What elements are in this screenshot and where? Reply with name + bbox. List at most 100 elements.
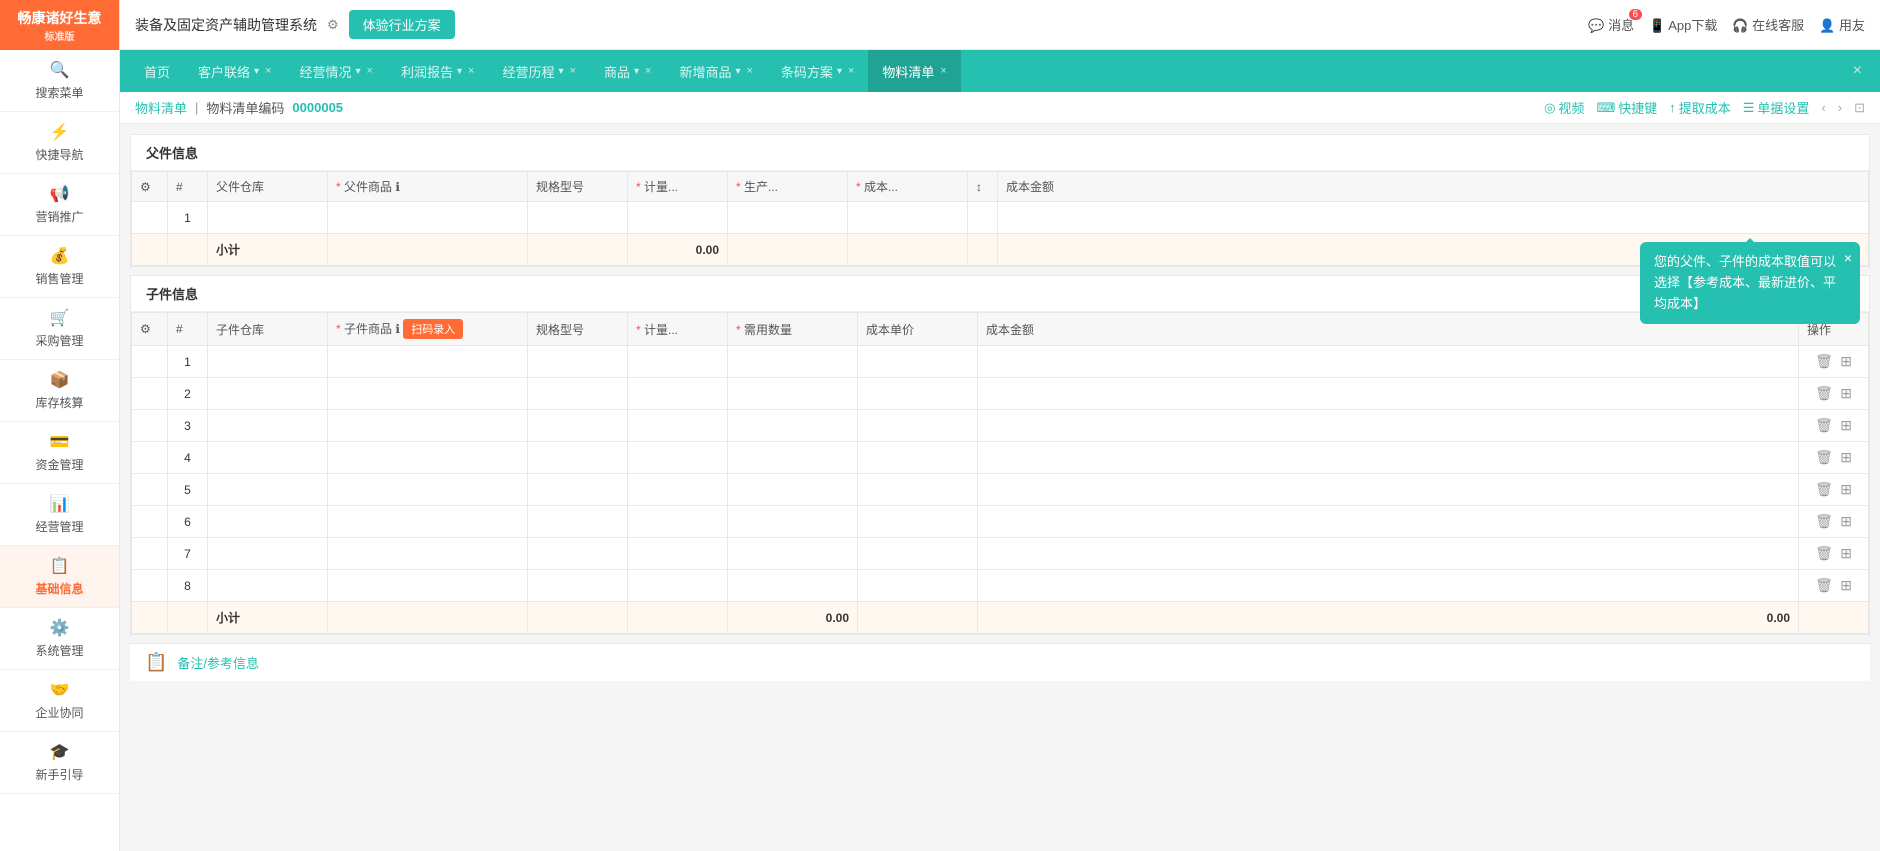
extract-cost-button[interactable]: ↑ 提取成本: [1669, 98, 1731, 117]
child-row-unit-price[interactable]: [858, 538, 978, 570]
child-row-spec[interactable]: [528, 378, 628, 410]
parent-col-settings[interactable]: ⚙: [132, 172, 168, 202]
nav-tab-new_goods[interactable]: 新增商品▾×: [665, 50, 766, 92]
child-row-qty[interactable]: [728, 506, 858, 538]
child-row-qty[interactable]: [728, 442, 858, 474]
scan-input-button[interactable]: 扫码录入: [403, 319, 463, 339]
nav-tab-close-bom[interactable]: ×: [940, 65, 946, 77]
child-row-unit[interactable]: [628, 378, 728, 410]
copy-icon[interactable]: ⊞: [1840, 481, 1852, 497]
nav-tab-close-customer[interactable]: ×: [265, 65, 271, 77]
parent-row-produce[interactable]: [728, 202, 848, 234]
child-row-goods[interactable]: [328, 474, 528, 506]
child-row-warehouse[interactable]: [208, 378, 328, 410]
nav-tab-history[interactable]: 经营历程▾×: [488, 50, 589, 92]
online-service-button[interactable]: 🎧 在线客服: [1732, 15, 1804, 34]
nav-tab-profit[interactable]: 利润报告▾×: [387, 50, 488, 92]
delete-icon[interactable]: 🗑: [1815, 449, 1833, 465]
app-download-button[interactable]: 📱 App下载: [1649, 15, 1717, 34]
nav-close-all-button[interactable]: ×: [1845, 62, 1870, 80]
sidebar-item-operations[interactable]: 📊经营管理: [0, 484, 119, 546]
copy-icon[interactable]: ⊞: [1840, 545, 1852, 561]
nav-tab-close-operations[interactable]: ×: [367, 65, 373, 77]
user-menu[interactable]: 👤 用友: [1819, 15, 1865, 34]
child-row-warehouse[interactable]: [208, 506, 328, 538]
copy-icon[interactable]: ⊞: [1840, 417, 1852, 433]
sidebar-item-basic[interactable]: 📋基础信息: [0, 546, 119, 608]
child-row-unit[interactable]: [628, 570, 728, 602]
child-row-unit[interactable]: [628, 538, 728, 570]
child-row-qty[interactable]: [728, 538, 858, 570]
sidebar-item-search[interactable]: 🔍搜索菜单: [0, 50, 119, 112]
sidebar-item-marketing[interactable]: 📢营销推广: [0, 174, 119, 236]
sidebar-item-system[interactable]: ⚙️系统管理: [0, 608, 119, 670]
parent-row-spec[interactable]: [528, 202, 628, 234]
nav-tab-close-new_goods[interactable]: ×: [746, 65, 752, 77]
parent-row-cost[interactable]: [848, 202, 968, 234]
sidebar-item-finance[interactable]: 💳资金管理: [0, 422, 119, 484]
child-row-warehouse[interactable]: [208, 346, 328, 378]
child-row-qty[interactable]: [728, 474, 858, 506]
nav-tab-barcode[interactable]: 条码方案▾×: [767, 50, 868, 92]
copy-icon[interactable]: ⊞: [1840, 449, 1852, 465]
child-row-qty[interactable]: [728, 378, 858, 410]
child-row-spec[interactable]: [528, 474, 628, 506]
tooltip-close-button[interactable]: ×: [1844, 247, 1852, 269]
copy-icon[interactable]: ⊞: [1840, 577, 1852, 593]
child-row-spec[interactable]: [528, 538, 628, 570]
nav-tab-goods[interactable]: 商品▾×: [590, 50, 665, 92]
child-row-unit[interactable]: [628, 506, 728, 538]
settings-icon[interactable]: ⚙: [327, 17, 339, 33]
parent-row-warehouse[interactable]: [208, 202, 328, 234]
child-row-goods[interactable]: [328, 410, 528, 442]
sidebar-item-sales[interactable]: 💰销售管理: [0, 236, 119, 298]
child-row-unit-price[interactable]: [858, 442, 978, 474]
breadcrumb-item-1[interactable]: 物料清单: [135, 98, 187, 117]
child-row-unit-price[interactable]: [858, 346, 978, 378]
nav-tab-close-barcode[interactable]: ×: [848, 65, 854, 77]
delete-icon[interactable]: 🗑: [1815, 385, 1833, 401]
child-row-warehouse[interactable]: [208, 538, 328, 570]
child-row-unit-price[interactable]: [858, 410, 978, 442]
child-row-qty[interactable]: [728, 410, 858, 442]
sidebar-item-quicknav[interactable]: ⚡快捷导航: [0, 112, 119, 174]
child-row-goods[interactable]: [328, 346, 528, 378]
child-row-unit-price[interactable]: [858, 506, 978, 538]
sidebar-item-enterprise[interactable]: 🤝企业协同: [0, 670, 119, 732]
doc-settings-button[interactable]: ☰ 单据设置: [1743, 98, 1810, 117]
child-row-goods[interactable]: [328, 570, 528, 602]
child-row-unit[interactable]: [628, 474, 728, 506]
child-row-spec[interactable]: [528, 570, 628, 602]
nav-tab-customer[interactable]: 客户联络▾×: [184, 50, 285, 92]
delete-icon[interactable]: 🗑: [1815, 545, 1833, 561]
delete-icon[interactable]: 🗑: [1815, 577, 1833, 593]
parent-row-unit[interactable]: [628, 202, 728, 234]
child-row-unit[interactable]: [628, 346, 728, 378]
message-button[interactable]: 💬 6 消息: [1588, 15, 1634, 34]
nav-tab-operations[interactable]: 经营情况▾×: [286, 50, 387, 92]
sidebar-item-inventory[interactable]: 📦库存核算: [0, 360, 119, 422]
child-row-spec[interactable]: [528, 442, 628, 474]
child-row-goods[interactable]: [328, 378, 528, 410]
delete-icon[interactable]: 🗑: [1815, 513, 1833, 529]
trial-button[interactable]: 体验行业方案: [349, 10, 455, 39]
nav-tab-home[interactable]: 首页: [130, 50, 184, 92]
child-row-goods[interactable]: [328, 538, 528, 570]
copy-icon[interactable]: ⊞: [1840, 385, 1852, 401]
nav-tab-close-profit[interactable]: ×: [468, 65, 474, 77]
nav-tab-close-goods[interactable]: ×: [645, 65, 651, 77]
nav-left-button[interactable]: ‹: [1821, 100, 1825, 115]
delete-icon[interactable]: 🗑: [1815, 417, 1833, 433]
child-row-spec[interactable]: [528, 410, 628, 442]
child-row-spec[interactable]: [528, 506, 628, 538]
child-row-warehouse[interactable]: [208, 474, 328, 506]
child-row-goods[interactable]: [328, 506, 528, 538]
sidebar-item-purchase[interactable]: 🛒采购管理: [0, 298, 119, 360]
nav-right-button[interactable]: ›: [1838, 100, 1842, 115]
view-button[interactable]: ◎ 视频: [1544, 98, 1584, 117]
child-row-unit-price[interactable]: [858, 570, 978, 602]
child-row-qty[interactable]: [728, 570, 858, 602]
child-row-goods[interactable]: [328, 442, 528, 474]
child-row-spec[interactable]: [528, 346, 628, 378]
delete-icon[interactable]: 🗑: [1815, 353, 1833, 369]
